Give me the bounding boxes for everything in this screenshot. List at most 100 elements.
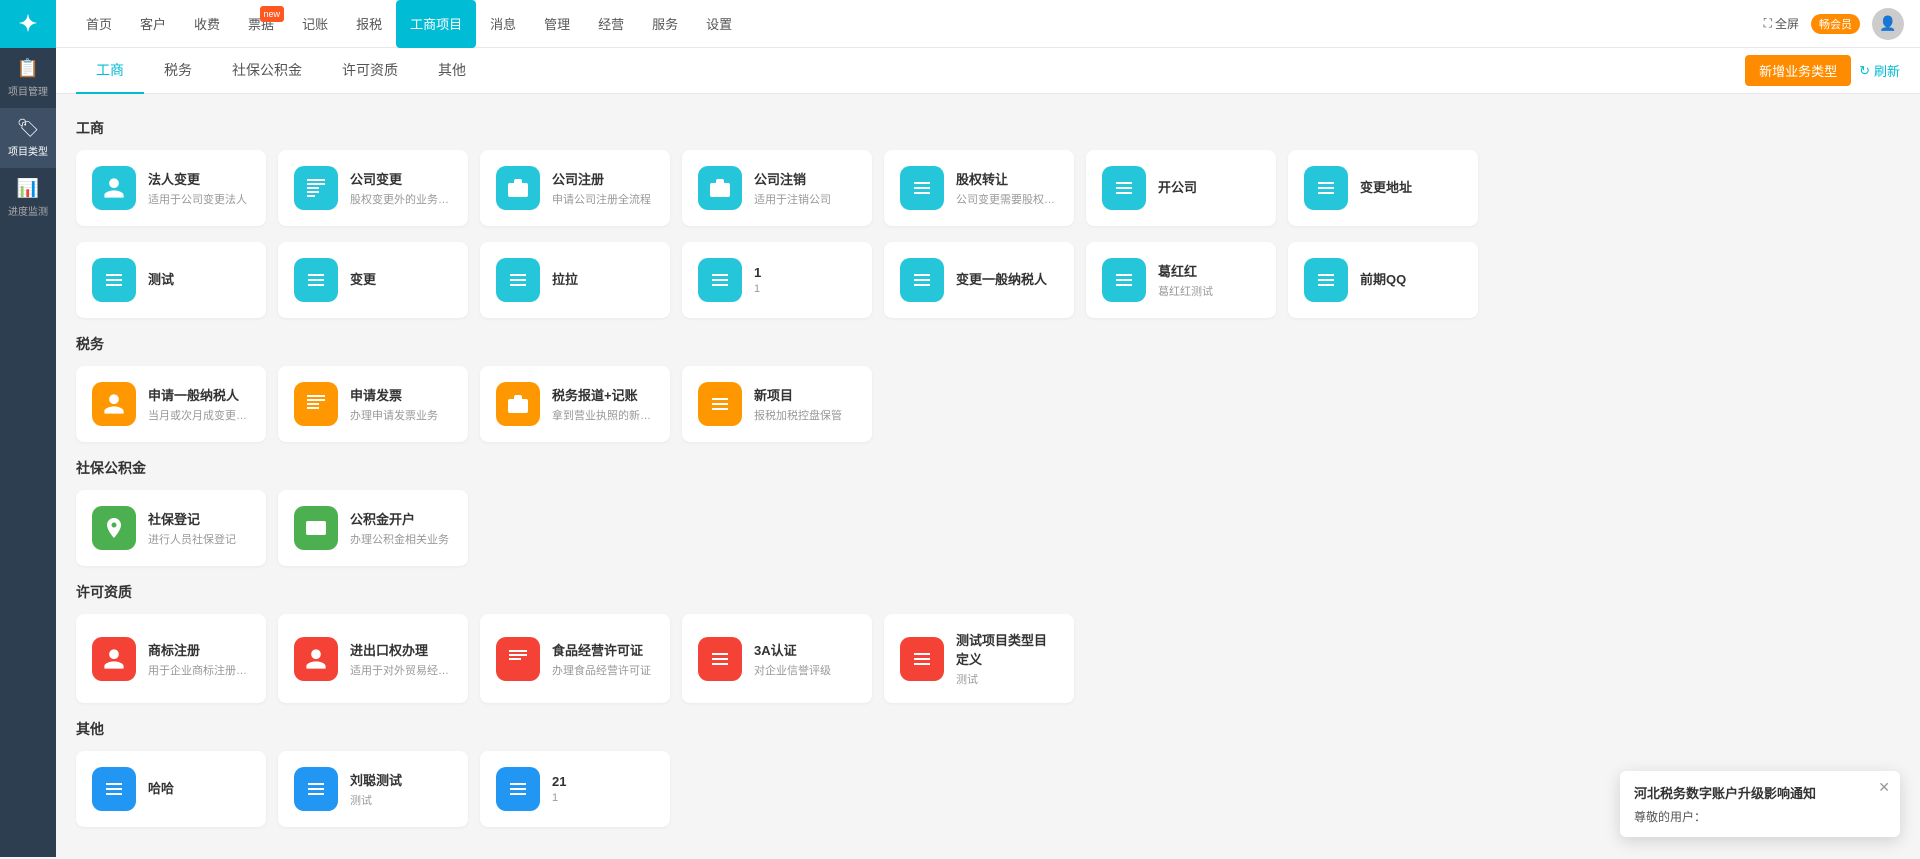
card-icon-company-change <box>294 166 338 210</box>
card-icon-biangeng <box>294 258 338 302</box>
card-test-type[interactable]: 测试项目类型目定义 测试 <box>884 614 1074 703</box>
card-gehonghong[interactable]: 葛红红 葛红红测试 <box>1086 242 1276 318</box>
card-legal-change[interactable]: 法人变更 适用于公司变更法人 <box>76 150 266 226</box>
sidebar-item-project-type[interactable]: 🏷 项目类型 <box>0 108 56 168</box>
section-title-gongshang: 工商 <box>76 118 1900 138</box>
new-badge: new <box>260 6 285 22</box>
card-desc-trademark: 用于企业商标注册服务 <box>148 662 250 678</box>
card-title-lala: 拉拉 <box>552 269 654 288</box>
nav-biz[interactable]: 工商项目 <box>396 0 476 48</box>
card-icon-change-taxpayer <box>900 258 944 302</box>
section-title-qita: 其他 <box>76 719 1900 739</box>
card-trademark[interactable]: 商标注册 用于企业商标注册服务 <box>76 614 266 703</box>
card-import-export[interactable]: 进出口权办理 适用于对外贸易经营者 <box>278 614 468 703</box>
nav-operation[interactable]: 经营 <box>584 0 638 48</box>
card-new-project[interactable]: 新项目 报税加税控盘保管 <box>682 366 872 442</box>
card-title-company-cancel: 公司注销 <box>754 169 856 188</box>
card-company-change[interactable]: 公司变更 股权变更外的业务变更 <box>278 150 468 226</box>
card-title-legal-change: 法人变更 <box>148 169 250 188</box>
card-equity-transfer[interactable]: 股权转让 公司变更需要股权转让 <box>884 150 1074 226</box>
card-info-fund-account: 公积金开户 办理公积金相关业务 <box>350 509 452 547</box>
card-tax-report[interactable]: 税务报道+记账 拿到营业执照的新公司 <box>480 366 670 442</box>
card-desc-21: 1 <box>552 792 654 804</box>
fullscreen-button[interactable]: ⛶ 全屏 <box>1764 15 1799 32</box>
progress-monitor-icon: 📊 <box>17 178 39 199</box>
add-type-button[interactable]: 新增业务类型 <box>1745 55 1851 86</box>
card-info-apply-invoice: 申请发票 办理申请发票业务 <box>350 385 452 423</box>
card-test[interactable]: 测试 <box>76 242 266 318</box>
nav-message[interactable]: 消息 <box>476 0 530 48</box>
card-one[interactable]: 1 1 <box>682 242 872 318</box>
card-info-lala: 拉拉 <box>552 269 654 291</box>
card-liucong-test[interactable]: 刘聪测试 测试 <box>278 751 468 827</box>
card-social-register[interactable]: 社保登记 进行人员社保登记 <box>76 490 266 566</box>
card-icon-new-project <box>698 382 742 426</box>
tab-shuiwu[interactable]: 税务 <box>144 48 212 94</box>
card-title-3a-cert: 3A认证 <box>754 640 856 659</box>
card-desc-fund-account: 办理公积金相关业务 <box>350 531 452 547</box>
nav-manage[interactable]: 管理 <box>530 0 584 48</box>
nav-home[interactable]: 首页 <box>72 0 126 48</box>
card-lala[interactable]: 拉拉 <box>480 242 670 318</box>
notification-close-button[interactable]: ✕ <box>1878 779 1890 796</box>
card-info-tax-report: 税务报道+记账 拿到营业执照的新公司 <box>552 385 654 423</box>
card-desc-equity-transfer: 公司变更需要股权转让 <box>956 191 1058 207</box>
tab-shebao[interactable]: 社保公积金 <box>212 48 322 94</box>
card-change-address[interactable]: 变更地址 <box>1288 150 1478 226</box>
card-desc-test-type: 测试 <box>956 671 1058 687</box>
card-title-tax-report: 税务报道+记账 <box>552 385 654 404</box>
nav-ticket[interactable]: 票据 new <box>234 0 288 48</box>
card-title-gehonghong: 葛红红 <box>1158 261 1260 280</box>
card-desc-social-register: 进行人员社保登记 <box>148 531 250 547</box>
card-title-fund-account: 公积金开户 <box>350 509 452 528</box>
refresh-button[interactable]: ↻ 刷新 <box>1859 61 1900 80</box>
tab-qita[interactable]: 其他 <box>418 48 486 94</box>
sidebar-item-label: 项目管理 <box>8 83 48 98</box>
card-title-apply-invoice: 申请发票 <box>350 385 452 404</box>
member-badge[interactable]: 畅会员 <box>1811 14 1860 34</box>
card-company-cancel[interactable]: 公司注销 适用于注销公司 <box>682 150 872 226</box>
card-fund-account[interactable]: 公积金开户 办理公积金相关业务 <box>278 490 468 566</box>
nav-service[interactable]: 服务 <box>638 0 692 48</box>
tab-gongshang[interactable]: 工商 <box>76 48 144 94</box>
fullscreen-icon: ⛶ <box>1764 16 1772 31</box>
sidebar-item-label: 项目类型 <box>8 143 48 158</box>
card-info-haha: 哈哈 <box>148 778 250 800</box>
card-change-taxpayer[interactable]: 变更一般纳税人 <box>884 242 1074 318</box>
card-biangheng[interactable]: 变更 <box>278 242 468 318</box>
sidebar-item-progress-monitor[interactable]: 📊 进度监测 <box>0 168 56 228</box>
card-desc-3a-cert: 对企业信誉评级 <box>754 662 856 678</box>
nav-billing[interactable]: 收费 <box>180 0 234 48</box>
nav-customer[interactable]: 客户 <box>126 0 180 48</box>
card-icon-change-address <box>1304 166 1348 210</box>
card-3a-cert[interactable]: 3A认证 对企业信誉评级 <box>682 614 872 703</box>
card-apply-invoice[interactable]: 申请发票 办理申请发票业务 <box>278 366 468 442</box>
card-info-social-register: 社保登记 进行人员社保登记 <box>148 509 250 547</box>
tab-xuke[interactable]: 许可资质 <box>322 48 418 94</box>
card-icon-fund-account <box>294 506 338 550</box>
nav-bookkeep[interactable]: 记账 <box>288 0 342 48</box>
card-open-company[interactable]: 开公司 <box>1086 150 1276 226</box>
card-title-new-project: 新项目 <box>754 385 856 404</box>
shuiwu-cards: 申请一般纳税人 当月或次月成变更完成 申请发票 办理申请发票业务 税务报道+ <box>76 366 1900 442</box>
card-qianqiQQ[interactable]: 前期QQ <box>1288 242 1478 318</box>
card-icon-apply-invoice <box>294 382 338 426</box>
sidebar-item-project-mgmt[interactable]: 📋 项目管理 <box>0 48 56 108</box>
avatar[interactable]: 👤 <box>1872 8 1904 40</box>
card-company-register[interactable]: 公司注册 申请公司注册全流程 <box>480 150 670 226</box>
card-21[interactable]: 21 1 <box>480 751 670 827</box>
card-icon-import-export <box>294 637 338 681</box>
card-title-company-register: 公司注册 <box>552 169 654 188</box>
card-haha[interactable]: 哈哈 <box>76 751 266 827</box>
card-apply-taxpayer[interactable]: 申请一般纳税人 当月或次月成变更完成 <box>76 366 266 442</box>
card-info-biangeng: 变更 <box>350 269 452 291</box>
notification-content: 尊敬的用户： <box>1634 808 1886 825</box>
card-info-company-cancel: 公司注销 适用于注销公司 <box>754 169 856 207</box>
card-title-open-company: 开公司 <box>1158 177 1260 196</box>
nav-tax[interactable]: 报税 <box>342 0 396 48</box>
card-info-qianqiQQ: 前期QQ <box>1360 269 1462 291</box>
card-icon-3a-cert <box>698 637 742 681</box>
card-info-change-taxpayer: 变更一般纳税人 <box>956 269 1058 291</box>
card-food-license[interactable]: 食品经营许可证 办理食品经营许可证 <box>480 614 670 703</box>
nav-settings[interactable]: 设置 <box>692 0 746 48</box>
